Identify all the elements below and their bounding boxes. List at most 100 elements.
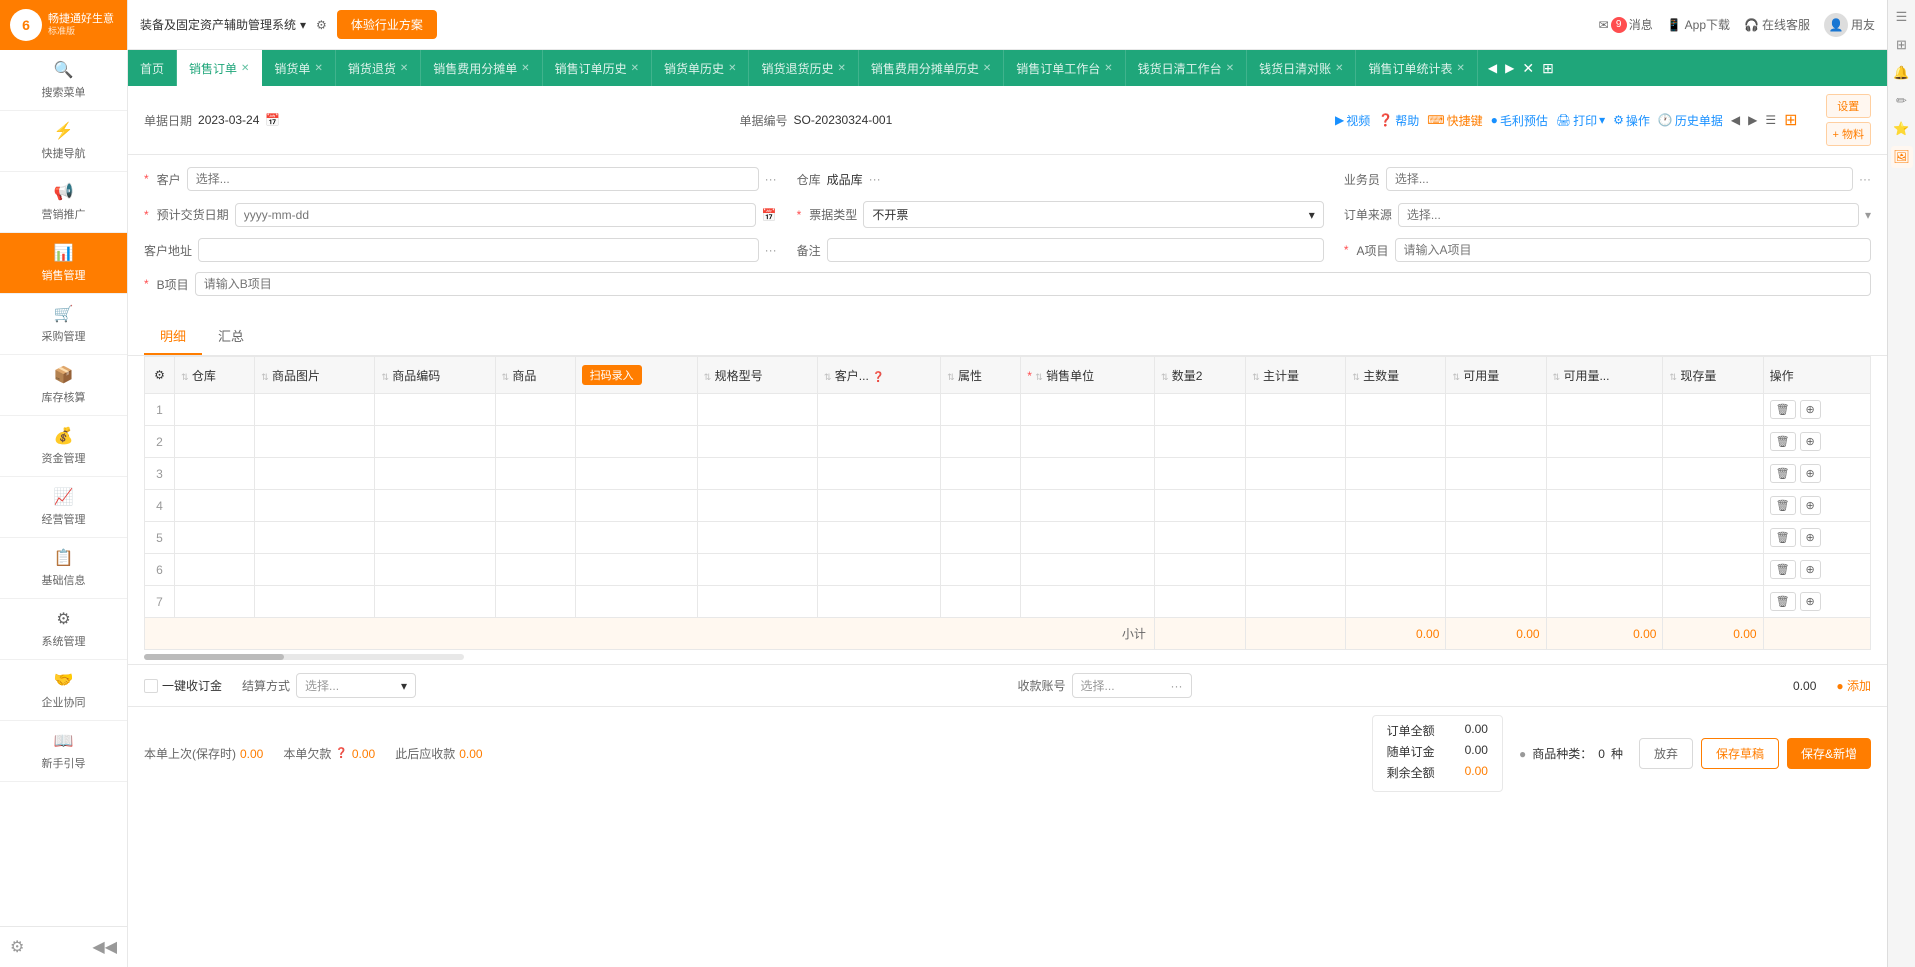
close-tab-order-workbench[interactable]: ✕ xyxy=(1104,63,1112,74)
sidebar-item-finance[interactable]: 💰 资金管理 xyxy=(0,416,127,477)
add-payment-link[interactable]: ● 添加 xyxy=(1836,677,1871,694)
col-attr-header[interactable]: ⇅ 属性 xyxy=(941,357,1021,394)
customer-more-icon[interactable]: ··· xyxy=(765,172,777,186)
close-tab-statistics[interactable]: ✕ xyxy=(1457,63,1465,74)
collapse-icon[interactable]: ◀◀ xyxy=(92,937,117,957)
save-draft-button[interactable]: 保存草稿 xyxy=(1701,738,1779,769)
auto-checkout-checkbox[interactable] xyxy=(144,679,158,693)
delivery-input[interactable] xyxy=(235,203,756,227)
address-input[interactable] xyxy=(198,238,759,262)
tab-more[interactable]: ⊞ xyxy=(1538,58,1558,79)
col-main-unit-header[interactable]: ⇅ 主计量 xyxy=(1246,357,1346,394)
delete-row-6[interactable]: 🗑 xyxy=(1770,560,1796,579)
tab-summary[interactable]: 汇总 xyxy=(202,318,260,355)
delete-row-4[interactable]: 🗑 xyxy=(1770,496,1796,515)
invoice-select[interactable]: 不开票 ▾ xyxy=(863,201,1324,228)
sidebar-item-basic[interactable]: 📋 基础信息 xyxy=(0,538,127,599)
nav-next-icon[interactable]: ▶ xyxy=(1748,113,1757,127)
history-link[interactable]: 🕐 历史单据 xyxy=(1658,112,1723,129)
sidebar-item-inventory[interactable]: 📦 库存核算 xyxy=(0,355,127,416)
close-tab-sales-return[interactable]: ✕ xyxy=(400,63,408,74)
close-tab-reconcile[interactable]: ✕ xyxy=(1335,63,1343,74)
row-customer-code-1[interactable] xyxy=(817,394,940,426)
close-tab-sales-invoice[interactable]: ✕ xyxy=(314,63,322,74)
row-goods-code-1[interactable] xyxy=(375,394,495,426)
close-tab-invoice-history[interactable]: ✕ xyxy=(728,63,736,74)
col-spec-header[interactable]: ⇅ 规格型号 xyxy=(697,357,817,394)
close-tab-sales-order-history[interactable]: ✕ xyxy=(631,63,639,74)
table-scrollbar[interactable] xyxy=(128,650,1887,664)
system-title[interactable]: 装备及固定资产辅助管理系统 ▾ xyxy=(140,16,306,33)
tab-sales-order[interactable]: 销售订单 ✕ xyxy=(177,50,262,86)
delete-row-2[interactable]: 🗑 xyxy=(1770,432,1796,451)
nav-prev-icon[interactable]: ◀ xyxy=(1731,113,1740,127)
tab-order-workbench[interactable]: 销售订单工作台 ✕ xyxy=(1004,50,1125,86)
account-select[interactable]: 选择... ··· xyxy=(1072,673,1192,698)
note-input[interactable] xyxy=(827,238,1324,262)
warehouse-more-icon[interactable]: ··· xyxy=(869,172,881,186)
copy-row-2[interactable]: ⊕ xyxy=(1800,432,1821,451)
shortcut-link[interactable]: ⌨ 快捷键 xyxy=(1427,112,1482,129)
row-warehouse-1[interactable] xyxy=(175,394,255,426)
col-goods-code-header[interactable]: ⇅ 商品编码 xyxy=(375,357,495,394)
delete-row-5[interactable]: 🗑 xyxy=(1770,528,1796,547)
tab-fee-history[interactable]: 销售费用分摊单历史 ✕ xyxy=(859,50,1004,86)
auto-checkout-label[interactable]: 一键收订金 xyxy=(144,677,222,694)
copy-row-1[interactable]: ⊕ xyxy=(1800,400,1821,419)
online-service-link[interactable]: 🎧 在线客服 xyxy=(1744,16,1810,33)
delete-row-7[interactable]: 🗑 xyxy=(1770,592,1796,611)
order-source-input[interactable] xyxy=(1398,203,1859,227)
col-stock-qty-header[interactable]: ⇅ 现存量 xyxy=(1663,357,1763,394)
settings-icon[interactable]: ⚙ xyxy=(10,937,24,957)
discard-button[interactable]: 放弃 xyxy=(1639,738,1693,769)
sidebar-item-guide[interactable]: 📖 新手引导 xyxy=(0,721,127,782)
copy-row-6[interactable]: ⊕ xyxy=(1800,560,1821,579)
scroll-thumb[interactable] xyxy=(144,654,284,660)
tab-sales-invoice[interactable]: 销货单 ✕ xyxy=(262,50,335,86)
row-goods-name-1[interactable] xyxy=(495,394,575,426)
sidebar-item-marketing[interactable]: 📢 营销推广 xyxy=(0,172,127,233)
sidebar-item-enterprise[interactable]: 🤝 企业协同 xyxy=(0,660,127,721)
settings-gear-icon[interactable]: ⚙ xyxy=(316,18,327,32)
profit-link[interactable]: ● 毛利预估 xyxy=(1491,112,1548,129)
operate-link[interactable]: ⚙ 操作 xyxy=(1613,112,1650,129)
tab-home[interactable]: 首页 xyxy=(128,50,177,86)
account-more-icon[interactable]: ··· xyxy=(1171,679,1183,693)
tab-reconcile[interactable]: 钱货日清对账 ✕ xyxy=(1247,50,1356,86)
row-unit-1[interactable] xyxy=(1021,394,1155,426)
tab-statistics[interactable]: 销售订单统计表 ✕ xyxy=(1356,50,1477,86)
row-qty2-1[interactable] xyxy=(1154,394,1245,426)
col-avail-qty2-header[interactable]: ⇅ 可用量... xyxy=(1546,357,1663,394)
col-avail-qty-header[interactable]: ⇅ 可用量 xyxy=(1446,357,1546,394)
add-material-button[interactable]: + 物料 xyxy=(1826,122,1871,146)
payment-select[interactable]: 选择... ▾ xyxy=(296,673,416,698)
message-icon-wrap[interactable]: ✉ 9 消息 xyxy=(1599,16,1653,33)
col-goods-name-header[interactable]: ⇅ 商品 xyxy=(495,357,575,394)
tab-close-all[interactable]: ✕ xyxy=(1518,58,1538,79)
print-link[interactable]: 🖨 打印 ▾ xyxy=(1556,112,1605,129)
col-setting-header[interactable]: ⚙ xyxy=(145,357,175,394)
help-link[interactable]: ❓ 帮助 xyxy=(1378,112,1419,129)
right-tool-notification[interactable]: 🔔 xyxy=(1891,62,1913,84)
settings-button[interactable]: 设置 xyxy=(1826,94,1871,118)
right-tool-list[interactable]: ☰ xyxy=(1891,6,1913,28)
a-project-input[interactable] xyxy=(1395,238,1872,262)
tab-sales-fee[interactable]: 销售费用分摊单 ✕ xyxy=(421,50,542,86)
sidebar-item-shortcut[interactable]: ⚡ 快捷导航 xyxy=(0,111,127,172)
close-tab-daily-workbench[interactable]: ✕ xyxy=(1226,63,1234,74)
app-download-link[interactable]: 📱 App下载 xyxy=(1667,16,1730,33)
delivery-calendar-icon[interactable]: 📅 xyxy=(762,208,777,222)
staff-more-icon[interactable]: ··· xyxy=(1859,172,1871,186)
col-unit-header[interactable]: * ⇅ 销售单位 xyxy=(1021,357,1155,394)
col-main-qty-header[interactable]: ⇅ 主数量 xyxy=(1346,357,1446,394)
col-warehouse-header[interactable]: ⇅ 仓库 xyxy=(175,357,255,394)
row-attr-1[interactable] xyxy=(941,394,1021,426)
right-tool-grid[interactable]: ⊞ xyxy=(1891,34,1913,56)
close-tab-fee-history[interactable]: ✕ xyxy=(983,63,991,74)
tab-sales-return[interactable]: 销货退货 ✕ xyxy=(336,50,421,86)
customer-input[interactable] xyxy=(187,167,759,191)
sidebar-item-sales[interactable]: 📊 销售管理 xyxy=(0,233,127,294)
delete-row-3[interactable]: 🗑 xyxy=(1770,464,1796,483)
right-tool-image[interactable]: 🖼 xyxy=(1891,146,1913,168)
close-tab-sales-fee[interactable]: ✕ xyxy=(521,63,529,74)
